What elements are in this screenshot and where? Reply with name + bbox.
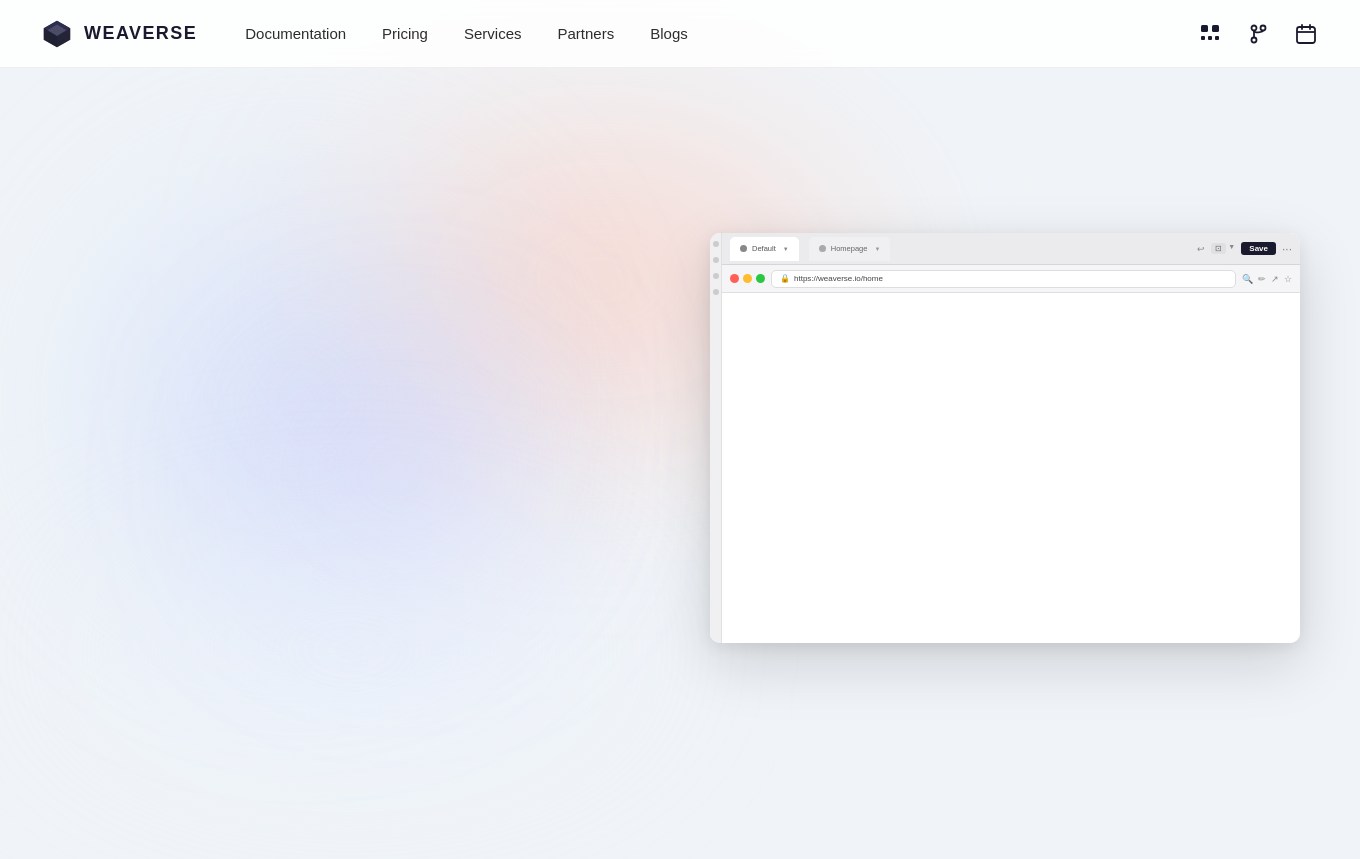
tab-dot bbox=[740, 245, 747, 252]
tab-default-label: Default bbox=[752, 244, 776, 253]
nav-link-partners[interactable]: Partners bbox=[558, 25, 615, 42]
address-url: https://weaverse.io/home bbox=[794, 274, 883, 283]
sidebar-dot-4 bbox=[713, 289, 719, 295]
navbar-right bbox=[1196, 20, 1320, 48]
browser-save-button[interactable]: Save bbox=[1241, 242, 1276, 255]
tab-dropdown: ▼ bbox=[1228, 243, 1235, 254]
traffic-light-yellow[interactable] bbox=[743, 274, 752, 283]
calendar-icon[interactable] bbox=[1292, 20, 1320, 48]
svg-point-7 bbox=[1261, 25, 1266, 30]
tab-dot-2 bbox=[819, 245, 826, 252]
traffic-light-green[interactable] bbox=[756, 274, 765, 283]
lock-icon: 🔒 bbox=[780, 274, 790, 283]
tab-action-icon-1[interactable]: ↩ bbox=[1197, 244, 1205, 254]
nav-links: Documentation Pricing Services Partners … bbox=[245, 25, 688, 42]
browser-sidebar bbox=[710, 233, 722, 643]
svg-rect-9 bbox=[1297, 27, 1315, 43]
logo-text: WEAVERSE bbox=[84, 23, 197, 44]
browser-tab-homepage[interactable]: Homepage ▼ bbox=[809, 237, 891, 261]
tab-homepage-label: Homepage bbox=[831, 244, 868, 253]
fork-icon[interactable] bbox=[1244, 20, 1272, 48]
browser-tabs-row: Default ▼ Homepage ▼ ↩ ⊡ ▼ Save ··· bbox=[722, 233, 1300, 265]
search-icon[interactable]: 🔍 bbox=[1242, 274, 1253, 284]
svg-rect-1 bbox=[1212, 25, 1219, 32]
tab-homepage-chevron: ▼ bbox=[874, 246, 880, 252]
sidebar-dot-1 bbox=[713, 241, 719, 247]
traffic-light-red[interactable] bbox=[730, 274, 739, 283]
svg-point-6 bbox=[1252, 37, 1257, 42]
nav-link-blogs[interactable]: Blogs bbox=[650, 25, 688, 42]
star-icon[interactable]: ☆ bbox=[1284, 274, 1292, 284]
address-bar[interactable]: 🔒 https://weaverse.io/home bbox=[771, 270, 1236, 288]
svg-rect-0 bbox=[1201, 25, 1208, 32]
sidebar-dot-3 bbox=[713, 273, 719, 279]
sidebar-dot-2 bbox=[713, 257, 719, 263]
grid-icon[interactable] bbox=[1196, 20, 1224, 48]
tab-actions: ↩ ⊡ ▼ Save ··· bbox=[1197, 242, 1292, 256]
traffic-lights bbox=[730, 274, 765, 283]
navbar-left: WEAVERSE Documentation Pricing Services … bbox=[40, 17, 688, 51]
share-icon[interactable]: ↗ bbox=[1271, 274, 1279, 284]
edit-icon[interactable]: ✏ bbox=[1258, 274, 1266, 284]
tab-more-btn[interactable]: ··· bbox=[1282, 242, 1292, 256]
svg-rect-3 bbox=[1208, 36, 1212, 40]
nav-link-services[interactable]: Services bbox=[464, 25, 522, 42]
browser-tab-default[interactable]: Default ▼ bbox=[730, 237, 799, 261]
svg-point-5 bbox=[1252, 25, 1257, 30]
browser-content bbox=[722, 293, 1300, 643]
address-bar-actions: 🔍 ✏ ↗ ☆ bbox=[1242, 274, 1292, 284]
svg-rect-2 bbox=[1201, 36, 1205, 40]
browser-mockup: Default ▼ Homepage ▼ ↩ ⊡ ▼ Save ··· bbox=[710, 233, 1300, 643]
main-content: Default ▼ Homepage ▼ ↩ ⊡ ▼ Save ··· bbox=[0, 68, 1360, 859]
nav-link-documentation[interactable]: Documentation bbox=[245, 25, 346, 42]
browser-main: Default ▼ Homepage ▼ ↩ ⊡ ▼ Save ··· bbox=[722, 233, 1300, 643]
tab-action-icon-2[interactable]: ⊡ ▼ bbox=[1211, 243, 1235, 254]
nav-link-pricing[interactable]: Pricing bbox=[382, 25, 428, 42]
logo-icon bbox=[40, 17, 74, 51]
svg-rect-4 bbox=[1215, 36, 1219, 40]
logo[interactable]: WEAVERSE bbox=[40, 17, 197, 51]
tab-default-chevron: ▼ bbox=[783, 246, 789, 252]
navbar: WEAVERSE Documentation Pricing Services … bbox=[0, 0, 1360, 68]
browser-address-row: 🔒 https://weaverse.io/home 🔍 ✏ ↗ ☆ bbox=[722, 265, 1300, 293]
